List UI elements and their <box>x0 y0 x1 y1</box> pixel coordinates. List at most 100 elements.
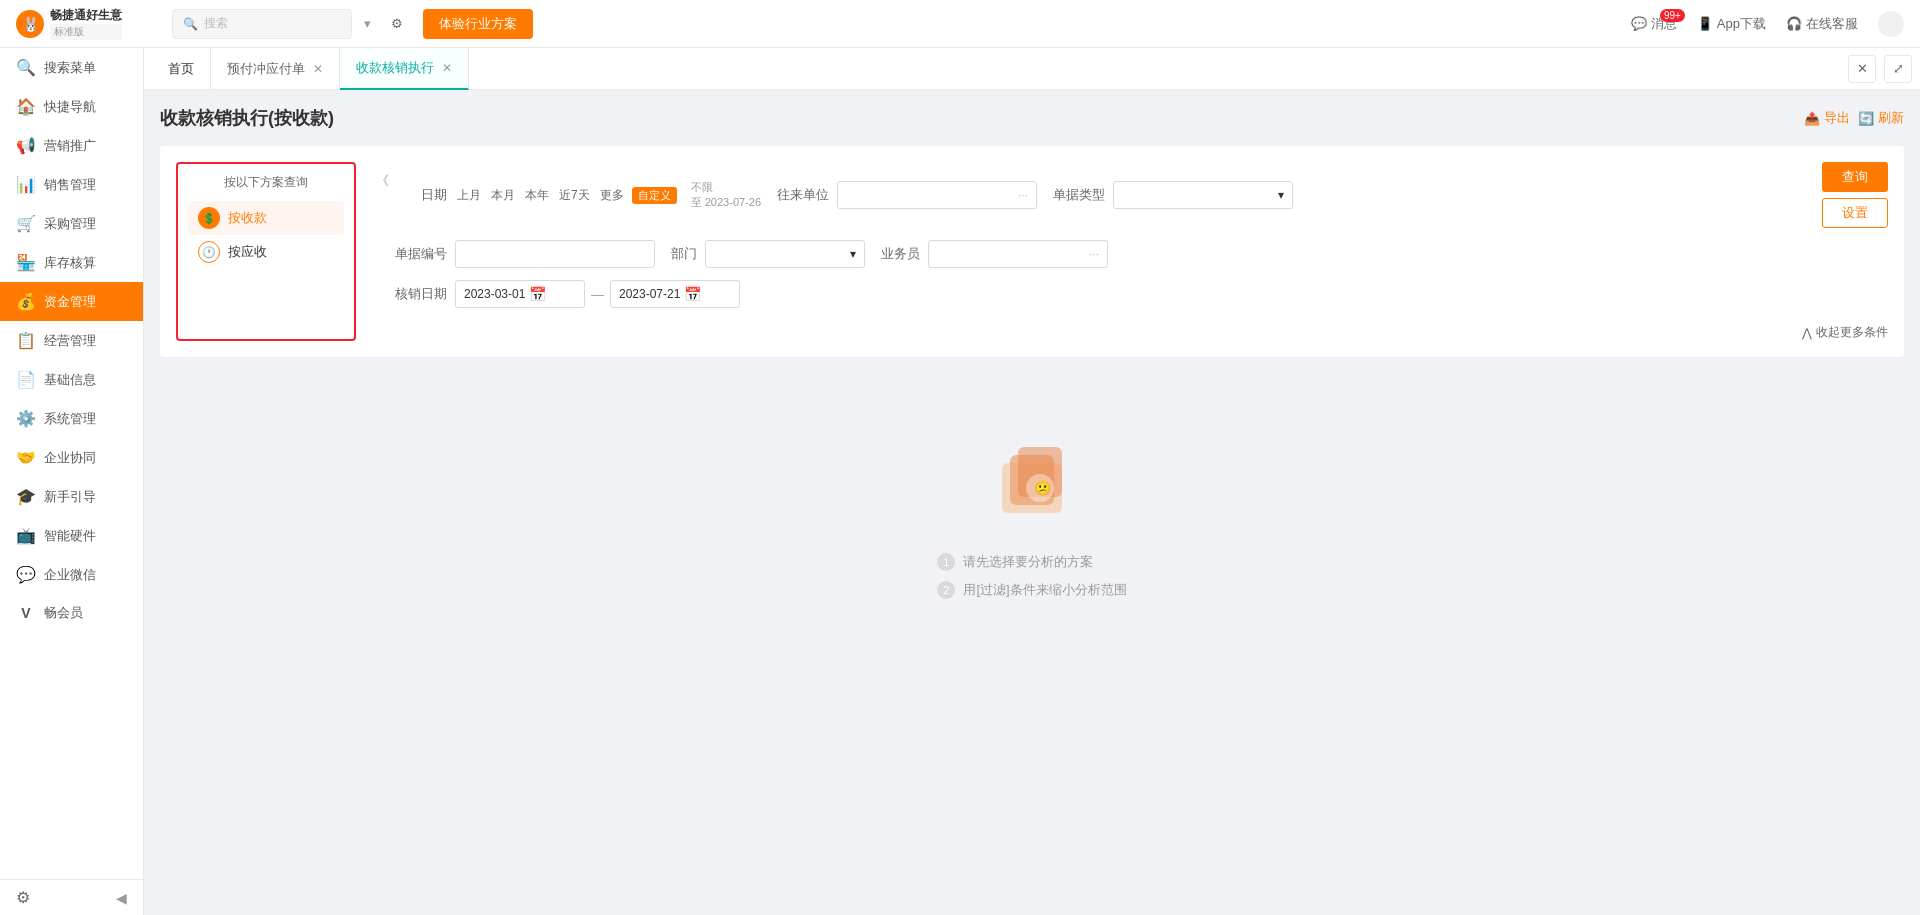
message-button[interactable]: 💬 消息 99+ <box>1631 15 1677 33</box>
logo-icon: 🐰 <box>16 10 44 38</box>
inventory-icon: 🏪 <box>16 253 36 272</box>
top-bar-right: 💬 消息 99+ 📱 App下载 🎧 在线客服 <box>1631 11 1904 37</box>
tab-bar-actions: ✕ ⤢ <box>1848 55 1912 83</box>
search-icon: 🔍 <box>16 58 36 77</box>
sidebar-item-search-menu[interactable]: 🔍 搜索菜单 <box>0 48 143 87</box>
tab-prepay[interactable]: 预付冲应付单 ✕ <box>211 48 340 90</box>
date-label: 日期 <box>392 186 447 204</box>
doc-type-select[interactable]: ▾ <box>1113 181 1293 209</box>
logo-edition: 标准版 <box>50 24 122 40</box>
tab-close-all-icon[interactable]: ✕ <box>1848 55 1876 83</box>
verify-date-end-input[interactable]: 2023-07-21 📅 <box>610 280 740 308</box>
sidebar-item-marketing[interactable]: 📢 营销推广 <box>0 126 143 165</box>
verify-date-label: 核销日期 <box>392 285 447 303</box>
home-icon: 🏠 <box>16 97 36 116</box>
page-header: 收款核销执行(按收款) 📤 导出 🔄 刷新 <box>160 106 1904 130</box>
tab-receipt-verify[interactable]: 收款核销执行 ✕ <box>340 48 469 90</box>
filter-row-1: 日期 上月 本月 本年 近7天 更多 自定义 不限 至 <box>392 162 1888 228</box>
sidebar-item-operations[interactable]: 📋 经营管理 <box>0 321 143 360</box>
salesman-label: 业务员 <box>881 245 920 263</box>
empty-state: 😕 1 请先选择要分析的方案 2 用[过滤]条件来缩小分析范围 <box>160 373 1904 659</box>
sidebar-item-wechat[interactable]: 💬 企业微信 <box>0 555 143 594</box>
sidebar-item-member[interactable]: V 畅会员 <box>0 594 143 632</box>
tip-num-1: 1 <box>937 553 955 571</box>
collapse-more-btn[interactable]: ⋀ 收起更多条件 <box>392 324 1888 341</box>
tab-home[interactable]: 首页 <box>152 48 211 90</box>
system-icon: ⚙️ <box>16 409 36 428</box>
sidebar-item-hardware[interactable]: 📺 智能硬件 <box>0 516 143 555</box>
hardware-icon: 📺 <box>16 526 36 545</box>
dropdown-chevron-icon[interactable]: ▾ <box>364 16 371 31</box>
sidebar-item-system[interactable]: ⚙️ 系统管理 <box>0 399 143 438</box>
search-box[interactable]: 🔍 搜索 <box>172 9 352 39</box>
online-service-button[interactable]: 🎧 在线客服 <box>1786 15 1858 33</box>
tab-close-prepay[interactable]: ✕ <box>313 62 323 76</box>
query-button[interactable]: 查询 <box>1822 162 1888 192</box>
operations-icon: 📋 <box>16 331 36 350</box>
sidebar-item-sales[interactable]: 📊 销售管理 <box>0 165 143 204</box>
empty-tip-2: 2 用[过滤]条件来缩小分析范围 <box>937 581 1126 599</box>
calendar-start-icon: 📅 <box>529 286 546 302</box>
dept-field: 部门 ▾ <box>671 240 865 268</box>
sidebar: 🔍 搜索菜单 🏠 快捷导航 📢 营销推广 📊 销售管理 🛒 采购管理 🏪 库存核… <box>0 48 144 915</box>
doc-type-field: 单据类型 ▾ <box>1053 181 1293 209</box>
tab-bar: 首页 预付冲应付单 ✕ 收款核销执行 ✕ ✕ ⤢ <box>144 48 1920 90</box>
filter-row-2: 单据编号 部门 ▾ 业务员 <box>392 240 1888 268</box>
date-hint: 不限 <box>691 180 761 195</box>
sidebar-item-enterprise[interactable]: 🤝 企业协同 <box>0 438 143 477</box>
svg-text:😕: 😕 <box>1034 480 1052 497</box>
sidebar-item-quick-nav[interactable]: 🏠 快捷导航 <box>0 87 143 126</box>
export-icon: 📤 <box>1804 111 1820 126</box>
tab-expand-icon[interactable]: ⤢ <box>1884 55 1912 83</box>
verify-date-start-input[interactable]: 2023-03-01 📅 <box>455 280 585 308</box>
tab-close-receipt-verify[interactable]: ✕ <box>442 61 452 75</box>
page-content: 收款核销执行(按收款) 📤 导出 🔄 刷新 按以下方案查询 <box>144 90 1920 915</box>
date-range-separator: — <box>591 287 604 302</box>
date-btn-more[interactable]: 更多 <box>598 187 626 204</box>
page-header-actions: 📤 导出 🔄 刷新 <box>1804 109 1904 127</box>
collapse-sidebar-icon[interactable]: ◀ <box>116 890 127 906</box>
doc-no-label: 单据编号 <box>392 245 447 263</box>
gear-icon[interactable]: ⚙ <box>383 10 411 38</box>
sidebar-item-guide[interactable]: 🎓 新手引导 <box>0 477 143 516</box>
wechat-icon: 💬 <box>16 565 36 584</box>
content-area: 首页 预付冲应付单 ✕ 收款核销执行 ✕ ✕ ⤢ 收款核销执行(按收款) <box>144 48 1920 915</box>
basic-icon: 📄 <box>16 370 36 389</box>
export-button[interactable]: 📤 导出 <box>1804 109 1850 127</box>
filter-collapse-icon[interactable]: 《 <box>372 172 392 190</box>
counterparty-field: 往来单位 ··· <box>777 181 1037 209</box>
empty-illustration: 😕 <box>982 433 1082 533</box>
salesman-input[interactable]: ··· <box>928 240 1108 268</box>
date-btn-this-month[interactable]: 本月 <box>489 187 517 204</box>
sidebar-item-basic[interactable]: 📄 基础信息 <box>0 360 143 399</box>
sidebar-item-inventory[interactable]: 🏪 库存核算 <box>0 243 143 282</box>
date-btn-custom[interactable]: 自定义 <box>632 187 677 204</box>
setting-button[interactable]: 设置 <box>1822 198 1888 228</box>
empty-tip-1: 1 请先选择要分析的方案 <box>937 553 1126 571</box>
dept-select[interactable]: ▾ <box>705 240 865 268</box>
doc-type-label: 单据类型 <box>1053 186 1105 204</box>
doc-no-input[interactable] <box>455 240 655 268</box>
avatar[interactable] <box>1878 11 1904 37</box>
receipt-icon: 💲 <box>198 207 220 229</box>
refresh-button[interactable]: 🔄 刷新 <box>1858 109 1904 127</box>
tip-num-2: 2 <box>937 581 955 599</box>
filter-scheme-panel: 按以下方案查询 💲 按收款 🕐 按应收 <box>176 162 356 341</box>
doc-no-field: 单据编号 <box>392 240 655 268</box>
filter-option-by-receivable[interactable]: 🕐 按应收 <box>188 235 344 269</box>
main-layout: 🔍 搜索菜单 🏠 快捷导航 📢 营销推广 📊 销售管理 🛒 采购管理 🏪 库存核… <box>0 48 1920 915</box>
calendar-end-icon: 📅 <box>684 286 701 302</box>
date-btn-7days[interactable]: 近7天 <box>557 187 592 204</box>
trial-button[interactable]: 体验行业方案 <box>423 9 533 39</box>
app-download-button[interactable]: 📱 App下载 <box>1697 15 1766 33</box>
collapse-more-icon: ⋀ <box>1802 326 1812 340</box>
sidebar-item-purchase[interactable]: 🛒 采购管理 <box>0 204 143 243</box>
headset-icon: 🎧 <box>1786 16 1802 31</box>
sidebar-item-finance[interactable]: 💰 资金管理 <box>0 282 143 321</box>
settings-icon[interactable]: ⚙ <box>16 888 30 907</box>
date-btn-this-year[interactable]: 本年 <box>523 187 551 204</box>
date-btn-last-month[interactable]: 上月 <box>455 187 483 204</box>
phone-icon: 📱 <box>1697 16 1713 31</box>
filter-option-by-receipt[interactable]: 💲 按收款 <box>188 201 344 235</box>
counterparty-input[interactable]: ··· <box>837 181 1037 209</box>
